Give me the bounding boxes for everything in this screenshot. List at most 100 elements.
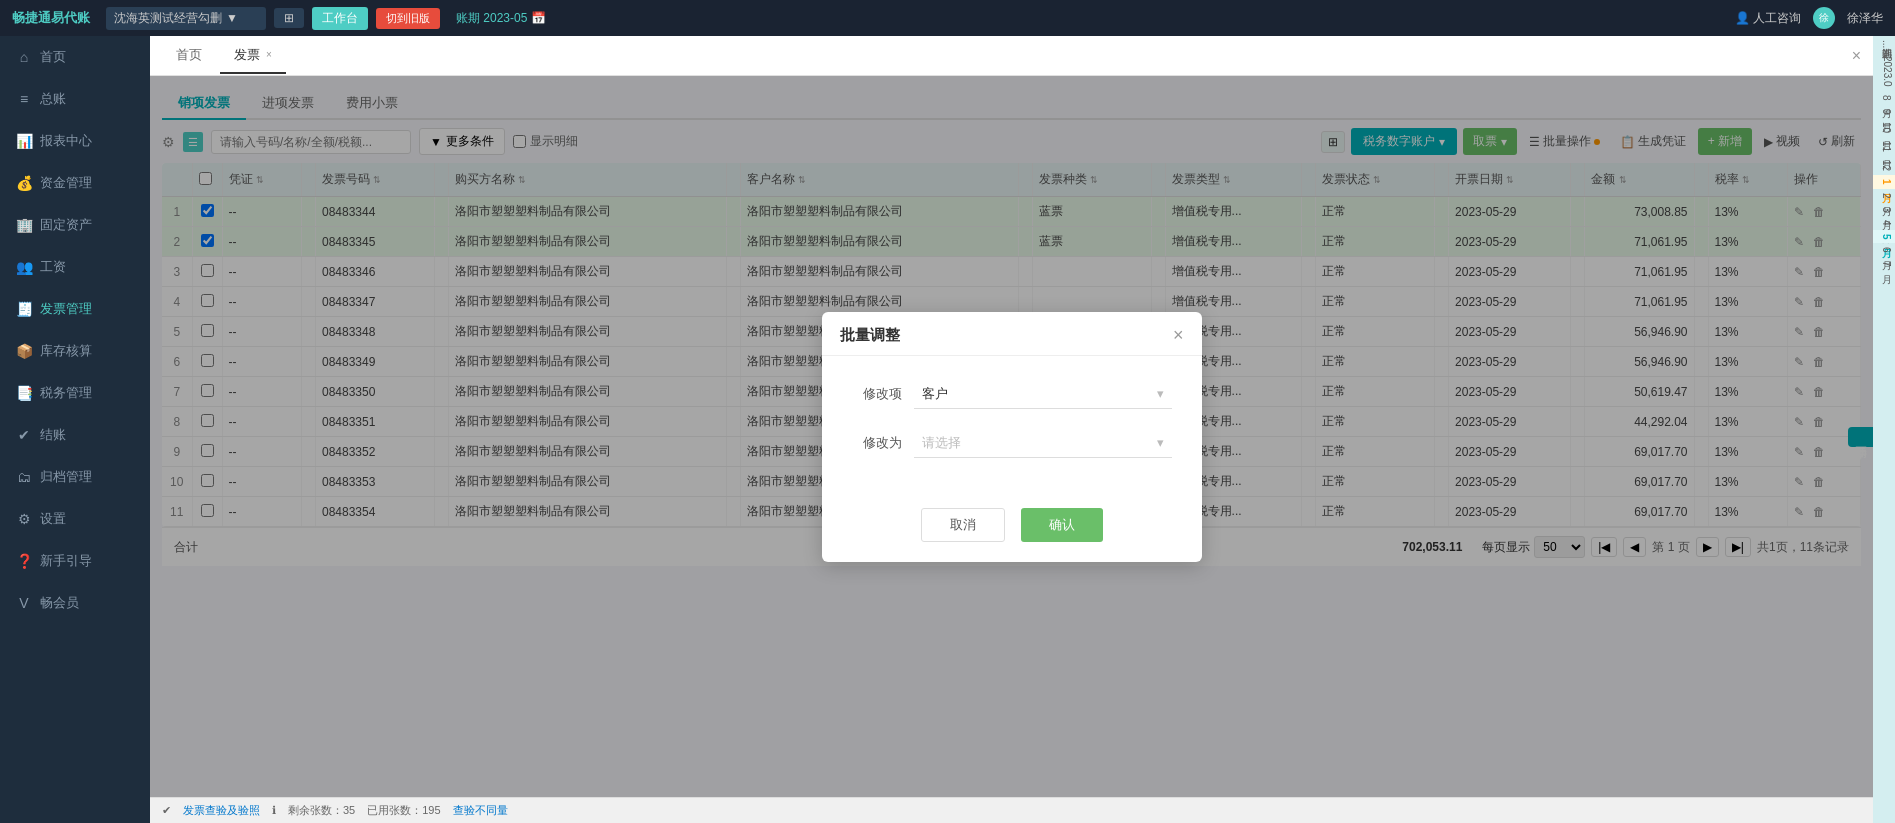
icon-btn[interactable]: ⊞ (274, 8, 304, 28)
sidebar-item-assets[interactable]: 🏢 固定资产 (0, 204, 150, 246)
sidebar-label-guide: 新手引导 (40, 552, 92, 570)
inventory-icon: 📦 (16, 343, 32, 359)
cal-4[interactable]: 4月 (1873, 216, 1895, 230)
sidebar-label-ledger: 总账 (40, 90, 66, 108)
value-placeholder: 请选择 (922, 434, 961, 452)
vip-icon: V (16, 595, 32, 611)
top-right: 👤 人工咨询 徐 徐泽华 (1735, 7, 1883, 29)
page-content: 销项发票 进项发票 费用小票 ⚙ ☰ ▼ 更多条件 (150, 76, 1873, 797)
sidebar-item-invoice[interactable]: 🧾 发票管理 (0, 288, 150, 330)
ledger-icon: ≡ (16, 91, 32, 107)
modal-title: 批量调整 (840, 326, 900, 345)
check-icon: ✔ (162, 804, 171, 817)
cal-period[interactable]: 期间选... (1873, 36, 1895, 52)
review-link[interactable]: 查验不同量 (453, 803, 508, 818)
sidebar-item-ledger[interactable]: ≡ 总账 (0, 78, 150, 120)
value-dropdown-icon: ▾ (1157, 435, 1164, 450)
sidebar-item-settings[interactable]: ⚙ 设置 (0, 498, 150, 540)
used-label: 已用张数：195 (367, 803, 440, 818)
app-logo: 畅捷通易代账 (12, 9, 90, 27)
form-row-field: 修改项 客户 ▾ (852, 380, 1172, 409)
sidebar-label-settings: 设置 (40, 510, 66, 528)
remaining-label: 剩余张数：35 (288, 803, 355, 818)
confirm-button[interactable]: 确认 (1021, 508, 1103, 542)
sidebar-item-payroll[interactable]: 👥 工资 (0, 246, 150, 288)
modal-overlay: 批量调整 × 修改项 客户 ▾ (150, 76, 1873, 797)
payroll-icon: 👥 (16, 259, 32, 275)
cal-6[interactable]: 6月 (1873, 243, 1895, 257)
tax-icon: 📑 (16, 385, 32, 401)
sidebar-label-tax: 税务管理 (40, 384, 92, 402)
sidebar-label-funds: 资金管理 (40, 174, 92, 192)
sidebar-label-payroll: 工资 (40, 258, 66, 276)
sidebar-item-tax[interactable]: 📑 税务管理 (0, 372, 150, 414)
cal-11[interactable]: 11月 (1873, 137, 1895, 156)
cal-12[interactable]: 12月 (1873, 156, 1895, 175)
info-icon: ℹ (272, 804, 276, 817)
modal-footer: 取消 确认 (822, 498, 1202, 562)
modal-header: 批量调整 × (822, 312, 1202, 356)
tab-invoice[interactable]: 发票 × (220, 38, 286, 74)
cal-2[interactable]: 2月 (1873, 189, 1895, 203)
value-label: 修改为 (852, 434, 902, 452)
tab-bar: 首页 发票 × × (150, 36, 1873, 76)
field-dropdown-icon: ▾ (1157, 386, 1164, 401)
cancel-button[interactable]: 取消 (921, 508, 1005, 542)
sidebar-item-guide[interactable]: ❓ 新手引导 (0, 540, 150, 582)
sidebar-label-settlement: 结账 (40, 426, 66, 444)
cal-9[interactable]: 9月 (1873, 105, 1895, 119)
tab-home[interactable]: 首页 (162, 38, 216, 74)
sidebar-item-home[interactable]: ⌂ 首页 (0, 36, 150, 78)
sidebar-item-vip[interactable]: V 畅会员 (0, 582, 150, 624)
sidebar-item-settlement[interactable]: ✔ 结账 (0, 414, 150, 456)
tab-home-label: 首页 (176, 46, 202, 64)
home-icon: ⌂ (16, 49, 32, 65)
settings-icon: ⚙ (16, 511, 32, 527)
sidebar-item-inventory[interactable]: 📦 库存核算 (0, 330, 150, 372)
tab-close-icon[interactable]: × (266, 49, 272, 60)
close-all-icon[interactable]: × (1852, 47, 1861, 64)
sidebar-label-invoice: 发票管理 (40, 300, 92, 318)
dropdown-icon: ▼ (226, 11, 238, 25)
field-select[interactable]: 客户 ▾ (914, 380, 1172, 409)
sidebar-item-reports[interactable]: 📊 报表中心 (0, 120, 150, 162)
cal-7[interactable]: 7月 (1873, 257, 1895, 271)
reports-icon: 📊 (16, 133, 32, 149)
settlement-icon: ✔ (16, 427, 32, 443)
tab-close-all[interactable]: × (1852, 47, 1861, 65)
archive-icon: 🗂 (16, 469, 32, 485)
period-label: 账期 2023-05 📅 (456, 10, 546, 27)
check-link[interactable]: 发票查验及验照 (183, 803, 260, 818)
cal-8[interactable]: 8月 (1873, 91, 1895, 105)
sidebar-label-home: 首页 (40, 48, 66, 66)
cal-10[interactable]: 10月 (1873, 118, 1895, 137)
modal-close-btn[interactable]: × (1173, 326, 1184, 344)
batch-adjust-modal: 批量调整 × 修改项 客户 ▾ (822, 312, 1202, 562)
sidebar-label-inventory: 库存核算 (40, 342, 92, 360)
field-value: 客户 (922, 385, 948, 403)
funds-icon: 💰 (16, 175, 32, 191)
tab-invoice-label: 发票 (234, 46, 260, 64)
user-avatar: 徐 (1813, 7, 1835, 29)
field-label: 修改项 (852, 385, 902, 403)
sidebar-item-funds[interactable]: 💰 资金管理 (0, 162, 150, 204)
company-name: 沈海英测试经营勾删 (114, 10, 222, 27)
user-name: 徐泽华 (1847, 10, 1883, 27)
company-selector[interactable]: 沈海英测试经营勾删 ▼ (106, 7, 266, 30)
top-bar: 畅捷通易代账 沈海英测试经营勾删 ▼ ⊞ 工作台 切到旧版 账期 2023-05… (0, 0, 1895, 36)
guide-icon: ❓ (16, 553, 32, 569)
workspace-btn[interactable]: 工作台 (312, 7, 368, 30)
cal-3[interactable]: 3月 (1873, 203, 1895, 217)
form-row-value: 修改为 请选择 ▾ (852, 429, 1172, 458)
sidebar: ⌂ 首页 ≡ 总账 📊 报表中心 💰 资金管理 🏢 固定资产 👥 工资 (0, 36, 150, 823)
sidebar-item-archive[interactable]: 🗂 归档管理 (0, 456, 150, 498)
switch-period-btn[interactable]: 切到旧版 (376, 8, 440, 29)
sidebar-label-assets: 固定资产 (40, 216, 92, 234)
sidebar-label-reports: 报表中心 (40, 132, 92, 150)
cal-1[interactable]: 1月 (1873, 175, 1895, 189)
right-calendar-panel: 期间选... 2023.0 8月 9月 10月 11月 12月 1月 2月 3月… (1873, 36, 1895, 823)
support-btn[interactable]: 👤 人工咨询 (1735, 10, 1801, 27)
cal-5[interactable]: 5月 (1873, 230, 1895, 244)
value-select[interactable]: 请选择 ▾ (914, 429, 1172, 458)
assets-icon: 🏢 (16, 217, 32, 233)
